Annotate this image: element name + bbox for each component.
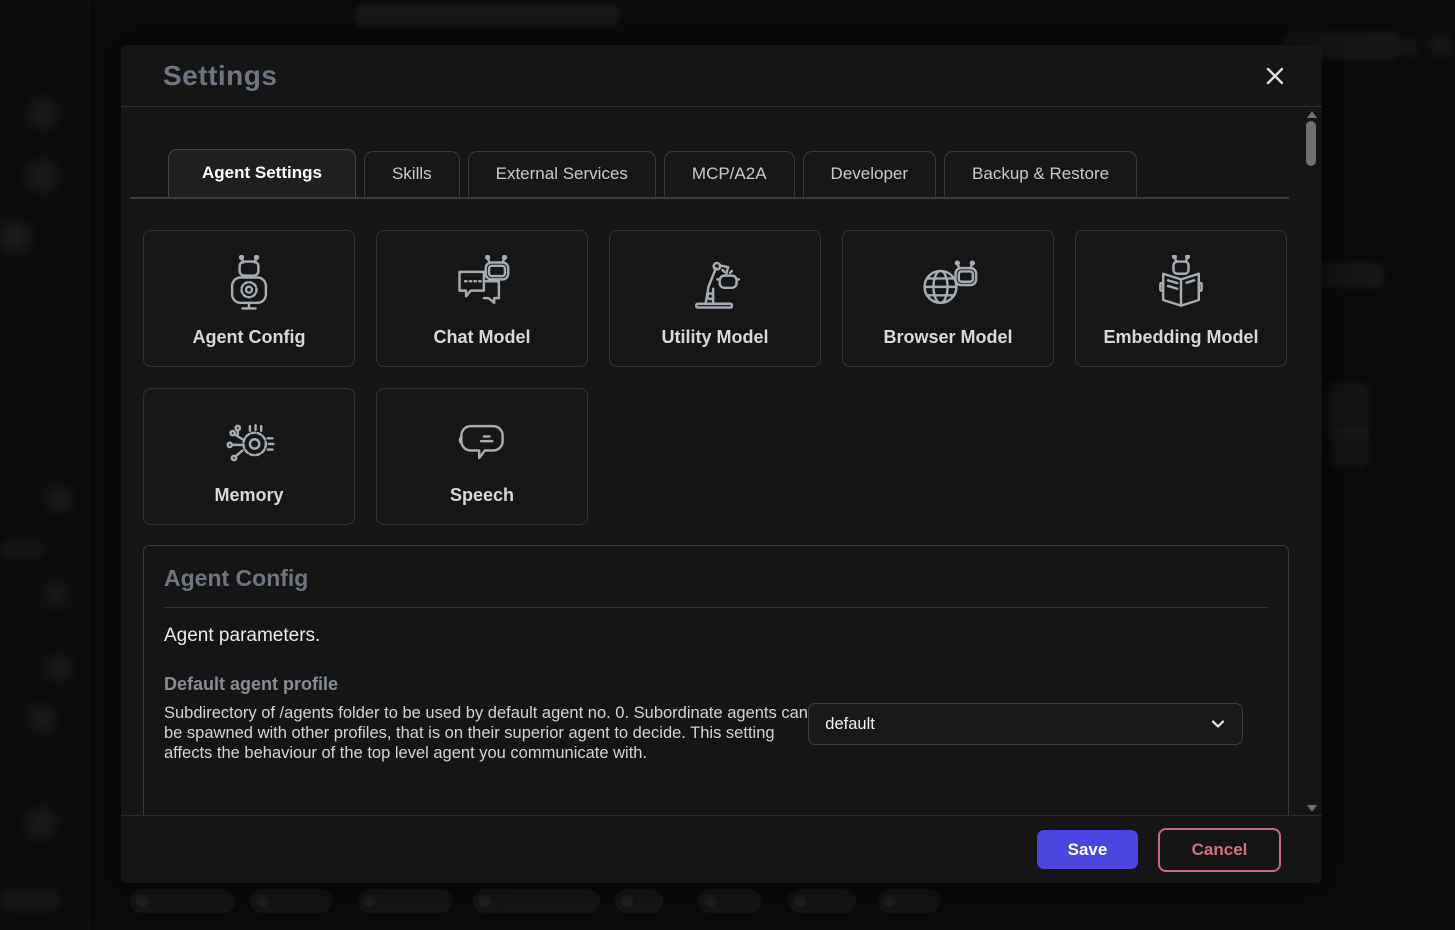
card-agent-config[interactable]: Agent Config xyxy=(143,230,355,367)
dimmed-toolbar-pill xyxy=(130,889,235,913)
section-title: Agent Config xyxy=(164,565,1268,592)
tab-backup-restore[interactable]: Backup & Restore xyxy=(944,151,1137,197)
dimmed-background-shape xyxy=(1400,38,1418,56)
field-row: Subdirectory of /agents folder to be use… xyxy=(164,703,1268,763)
card-label: Utility Model xyxy=(662,327,769,348)
circuit-gear-icon xyxy=(219,413,279,473)
card-chat-model[interactable]: Chat Model xyxy=(376,230,588,367)
dimmed-background-shape xyxy=(1330,428,1370,468)
dimmed-toolbar-pill xyxy=(698,889,762,913)
modal-header: Settings xyxy=(121,45,1322,107)
close-button[interactable] xyxy=(1258,59,1292,93)
dimmed-left-sidebar xyxy=(0,0,90,930)
dimmed-background-shape xyxy=(28,98,58,128)
default-agent-profile-select[interactable]: default xyxy=(808,703,1243,745)
section-divider xyxy=(164,607,1268,608)
scrollbar-thumb[interactable] xyxy=(1306,121,1316,166)
dimmed-toolbar-pill xyxy=(250,889,332,913)
card-label: Agent Config xyxy=(193,327,306,348)
dimmed-background-shape xyxy=(0,890,60,912)
agent-config-section: Agent Config Agent parameters. Default a… xyxy=(143,545,1289,815)
dimmed-toolbar-pill xyxy=(878,889,940,913)
dimmed-background-shape xyxy=(0,222,30,252)
speech-bubble-icon xyxy=(452,413,512,473)
field-label-default-agent-profile: Default agent profile xyxy=(164,674,1268,695)
robot-book-icon xyxy=(1151,255,1211,315)
card-label: Embedding Model xyxy=(1104,327,1259,348)
dimmed-background-shape xyxy=(26,808,56,838)
scroll-down-arrow-icon[interactable] xyxy=(1307,805,1317,812)
dimmed-background-shape xyxy=(46,655,72,681)
modal-scrollbar[interactable] xyxy=(1305,108,1319,815)
dimmed-background-shape xyxy=(46,486,72,512)
dimmed-toolbar-pill xyxy=(615,889,663,913)
dimmed-background-shape xyxy=(0,540,45,560)
robot-chat-icon xyxy=(452,255,512,315)
modal-footer: Save Cancel xyxy=(121,815,1322,883)
save-button[interactable]: Save xyxy=(1037,830,1138,869)
card-label: Browser Model xyxy=(883,327,1012,348)
dimmed-toolbar-pill xyxy=(358,889,452,913)
card-speech[interactable]: Speech xyxy=(376,388,588,525)
dimmed-background-shape xyxy=(26,160,58,192)
tab-mcp-a2a[interactable]: MCP/A2A xyxy=(664,151,795,197)
dimmed-background-shape xyxy=(1312,262,1384,288)
card-label: Speech xyxy=(450,485,514,506)
dimmed-background-shape xyxy=(44,582,68,606)
card-label: Chat Model xyxy=(434,327,531,348)
robot-gear-icon xyxy=(219,255,279,315)
dimmed-toolbar-pill xyxy=(473,889,600,913)
tab-developer[interactable]: Developer xyxy=(803,151,937,197)
section-description: Agent parameters. xyxy=(164,625,1268,647)
tab-external-services[interactable]: External Services xyxy=(468,151,656,197)
settings-tabs: Agent Settings Skills External Services … xyxy=(168,149,1322,197)
tab-agent-settings[interactable]: Agent Settings xyxy=(168,149,356,197)
dimmed-background-shape xyxy=(28,705,56,733)
robot-globe-icon xyxy=(918,255,978,315)
field-help-text: Subdirectory of /agents folder to be use… xyxy=(164,703,808,763)
card-browser-model[interactable]: Browser Model xyxy=(842,230,1054,367)
cancel-button[interactable]: Cancel xyxy=(1158,828,1281,872)
scroll-up-arrow-icon[interactable] xyxy=(1307,111,1317,118)
dimmed-background-shape xyxy=(1430,34,1452,56)
card-utility-model[interactable]: Utility Model xyxy=(609,230,821,367)
settings-card-grid: Agent Config Chat Model xyxy=(143,230,1289,525)
modal-title: Settings xyxy=(163,60,277,92)
card-memory[interactable]: Memory xyxy=(143,388,355,525)
settings-modal: Settings Agent Settings Skills External … xyxy=(121,45,1322,883)
tab-skills[interactable]: Skills xyxy=(364,151,460,197)
tab-underline xyxy=(130,197,1289,199)
select-value: default xyxy=(825,715,875,734)
robot-arm-icon xyxy=(685,255,745,315)
modal-body: Agent Settings Skills External Services … xyxy=(121,108,1322,815)
close-icon xyxy=(1265,66,1285,86)
chevron-down-icon xyxy=(1210,716,1226,732)
card-label: Memory xyxy=(214,485,283,506)
dimmed-toolbar-pill xyxy=(788,889,856,913)
dimmed-background-shape xyxy=(355,4,620,28)
card-embedding-model[interactable]: Embedding Model xyxy=(1075,230,1287,367)
